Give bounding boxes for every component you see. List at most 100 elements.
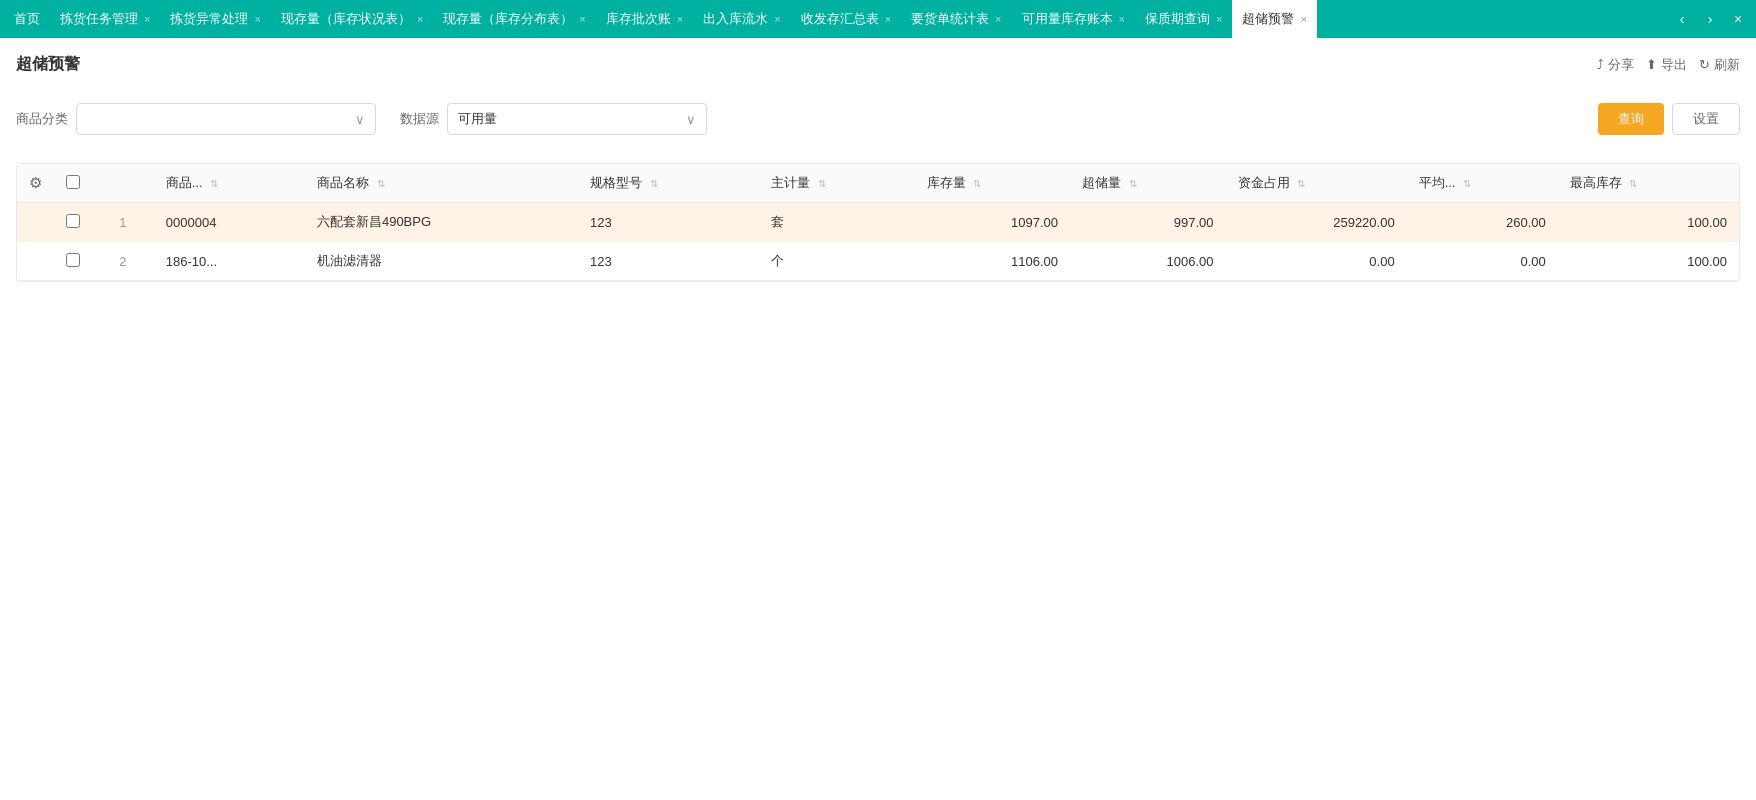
nav-close-order-stat[interactable]: × (995, 13, 1001, 25)
row-max-stock-0: 100.00 (1558, 203, 1739, 242)
filter-buttons: 查询 设置 (1598, 103, 1740, 135)
nav-close-abnormal[interactable]: × (254, 13, 260, 25)
sort-spec-icon: ⇅ (650, 178, 658, 189)
data-table-container: ⚙ 商品... ⇅ 商品名称 ⇅ 规格型号 (16, 163, 1740, 282)
nav-close-stock-dist[interactable]: × (579, 13, 585, 25)
col-product-name[interactable]: 商品名称 ⇅ (305, 164, 578, 203)
nav-close-available[interactable]: × (1119, 13, 1125, 25)
nav-item-task-mgmt[interactable]: 拣货任务管理 × (50, 0, 160, 38)
col-product-name-label: 商品名称 (317, 175, 369, 190)
header-actions: ⤴ 分享 ⬆ 导出 ↻ 刷新 (1597, 56, 1740, 74)
nav-close-inout[interactable]: × (774, 13, 780, 25)
row-avg-1: 0.00 (1407, 242, 1558, 281)
category-select[interactable]: ∨ (76, 103, 376, 135)
col-spec[interactable]: 规格型号 ⇅ (578, 164, 759, 203)
col-stock-label: 库存量 (927, 175, 966, 190)
sort-product-code-icon: ⇅ (210, 178, 218, 189)
row-spec-0: 123 (578, 203, 759, 242)
nav-item-quality[interactable]: 保质期查询 × (1135, 0, 1232, 38)
nav-item-stock-status[interactable]: 现存量（库存状况表） × (271, 0, 433, 38)
nav-label-overstock: 超储预警 (1242, 10, 1294, 28)
nav-close-collect[interactable]: × (885, 13, 891, 25)
col-unit[interactable]: 主计量 ⇅ (759, 164, 914, 203)
col-overstock-label: 超储量 (1082, 175, 1121, 190)
nav-item-home[interactable]: 首页 (4, 0, 50, 38)
nav-item-overstock[interactable]: 超储预警 × (1232, 0, 1316, 38)
datasource-chevron-down-icon: ∨ (686, 112, 696, 127)
col-stock[interactable]: 库存量 ⇅ (915, 164, 1070, 203)
row-checkbox-0[interactable] (66, 214, 80, 228)
query-button[interactable]: 查询 (1598, 103, 1664, 135)
nav-close-stock-status[interactable]: × (417, 13, 423, 25)
datasource-select-value: 可用量 (458, 110, 497, 128)
refresh-icon: ↻ (1699, 57, 1710, 72)
share-icon: ⤴ (1597, 57, 1604, 72)
sort-product-name-icon: ⇅ (377, 178, 385, 189)
row-settings-cell (17, 242, 54, 281)
col-checkbox-header (54, 164, 92, 203)
row-capital-1: 0.00 (1226, 242, 1407, 281)
nav-label-task-mgmt: 拣货任务管理 (60, 10, 138, 28)
nav-label-collect: 收发存汇总表 (801, 10, 879, 28)
category-chevron-down-icon: ∨ (355, 112, 365, 127)
nav-item-batch[interactable]: 库存批次账 × (596, 0, 693, 38)
col-product-code[interactable]: 商品... ⇅ (154, 164, 305, 203)
col-unit-label: 主计量 (771, 175, 810, 190)
col-avg-label: 平均... (1419, 175, 1456, 190)
row-unit-1: 个 (759, 242, 914, 281)
row-checkbox-1[interactable] (66, 253, 80, 267)
export-button[interactable]: ⬆ 导出 (1646, 56, 1687, 74)
sort-avg-icon: ⇅ (1463, 178, 1471, 189)
row-checkbox-cell (54, 203, 92, 242)
row-product-name-0: 六配套新昌490BPG (305, 203, 578, 242)
nav-arrow-left[interactable]: ‹ (1668, 0, 1696, 38)
col-max-stock[interactable]: 最高库存 ⇅ (1558, 164, 1739, 203)
page-title: 超储预警 (16, 54, 80, 75)
share-label: 分享 (1608, 56, 1634, 74)
row-num-0: 1 (92, 203, 154, 242)
datasource-label: 数据源 (400, 110, 439, 128)
sort-unit-icon: ⇅ (818, 178, 826, 189)
nav-item-abnormal[interactable]: 拣货异常处理 × (160, 0, 270, 38)
page-container: 超储预警 ⤴ 分享 ⬆ 导出 ↻ 刷新 商品分类 ∨ 数据源 (0, 38, 1756, 800)
nav-label-home: 首页 (14, 10, 40, 28)
row-num-1: 2 (92, 242, 154, 281)
nav-arrow-right[interactable]: › (1696, 0, 1724, 38)
col-row-num (92, 164, 154, 203)
refresh-label: 刷新 (1714, 56, 1740, 74)
top-navigation: 首页 拣货任务管理 × 拣货异常处理 × 现存量（库存状况表） × 现存量（库存… (0, 0, 1756, 38)
row-stock-0: 1097.00 (915, 203, 1070, 242)
share-button[interactable]: ⤴ 分享 (1597, 56, 1634, 74)
nav-item-order-stat[interactable]: 要货单统计表 × (901, 0, 1011, 38)
row-settings-cell (17, 203, 54, 242)
category-label: 商品分类 (16, 110, 68, 128)
settings-button[interactable]: 设置 (1672, 103, 1740, 135)
nav-close-batch[interactable]: × (677, 13, 683, 25)
nav-close-overstock[interactable]: × (1300, 13, 1306, 25)
row-product-code-1: 186-10... (154, 242, 305, 281)
row-stock-1: 1106.00 (915, 242, 1070, 281)
refresh-button[interactable]: ↻ 刷新 (1699, 56, 1740, 74)
nav-close-quality[interactable]: × (1216, 13, 1222, 25)
nav-arrow-close[interactable]: × (1724, 0, 1752, 38)
col-avg[interactable]: 平均... ⇅ (1407, 164, 1558, 203)
col-product-code-label: 商品... (166, 175, 203, 190)
row-spec-1: 123 (578, 242, 759, 281)
nav-item-available[interactable]: 可用量库存账本 × (1012, 0, 1135, 38)
nav-item-collect[interactable]: 收发存汇总表 × (791, 0, 901, 38)
col-capital[interactable]: 资金占用 ⇅ (1226, 164, 1407, 203)
datasource-select[interactable]: 可用量 ∨ (447, 103, 707, 135)
nav-item-inout[interactable]: 出入库流水 × (693, 0, 790, 38)
select-all-checkbox[interactable] (66, 175, 80, 189)
table-header-row: ⚙ 商品... ⇅ 商品名称 ⇅ 规格型号 (17, 164, 1739, 203)
nav-label-quality: 保质期查询 (1145, 10, 1210, 28)
col-capital-label: 资金占用 (1238, 175, 1290, 190)
col-spec-label: 规格型号 (590, 175, 642, 190)
nav-label-order-stat: 要货单统计表 (911, 10, 989, 28)
nav-close-task-mgmt[interactable]: × (144, 13, 150, 25)
nav-arrows-container: ‹ › × (1668, 0, 1752, 38)
nav-item-stock-dist[interactable]: 现存量（库存分布表） × (433, 0, 595, 38)
column-settings-icon[interactable]: ⚙ (29, 174, 42, 191)
sort-stock-icon: ⇅ (973, 178, 981, 189)
col-overstock[interactable]: 超储量 ⇅ (1070, 164, 1225, 203)
